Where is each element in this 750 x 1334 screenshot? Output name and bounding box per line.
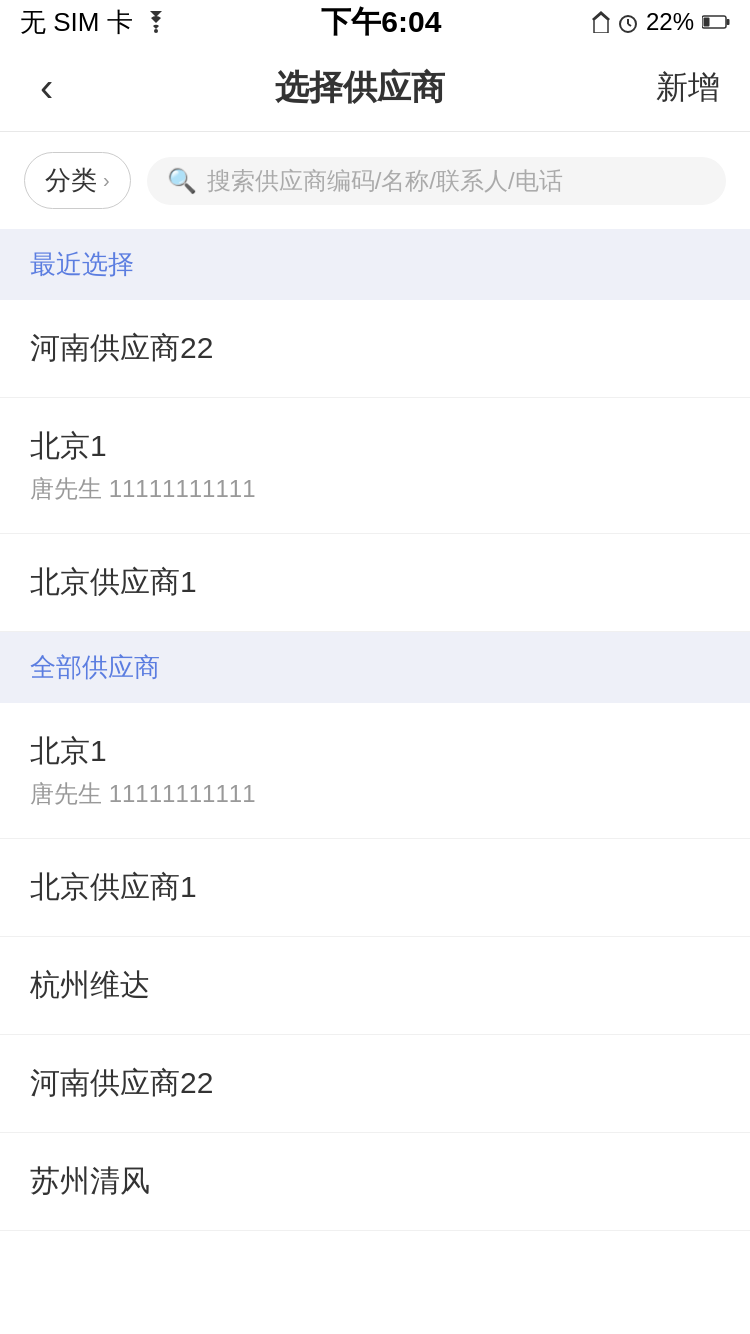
battery-text: 22% [646, 8, 694, 36]
all-section-header: 全部供应商 [0, 632, 750, 703]
category-label: 分类 [45, 163, 97, 198]
item-name: 杭州维达 [30, 965, 720, 1006]
search-bar: 🔍 [147, 157, 726, 205]
status-bar: 无 SIM 卡 下午6:04 22% [0, 0, 750, 44]
search-icon: 🔍 [167, 167, 197, 195]
svg-rect-6 [726, 19, 729, 25]
all-list-item[interactable]: 苏州清风 [0, 1133, 750, 1231]
status-right: 22% [592, 8, 730, 36]
recent-section-header: 最近选择 [0, 229, 750, 300]
recent-list: 河南供应商22 北京1 唐先生 11111111111 北京供应商1 [0, 300, 750, 632]
all-list-item[interactable]: 北京供应商1 [0, 839, 750, 937]
item-name: 河南供应商22 [30, 328, 720, 369]
recent-list-item[interactable]: 河南供应商22 [0, 300, 750, 398]
search-input[interactable] [207, 167, 706, 195]
item-name: 北京供应商1 [30, 562, 720, 603]
status-left: 无 SIM 卡 [20, 5, 171, 40]
all-list-item[interactable]: 杭州维达 [0, 937, 750, 1035]
wifi-icon [141, 11, 171, 33]
back-button[interactable]: ‹ [30, 55, 63, 120]
item-name: 北京1 [30, 731, 720, 772]
all-list-item[interactable]: 北京1 唐先生 11111111111 [0, 703, 750, 839]
item-name: 北京1 [30, 426, 720, 467]
page-title: 选择供应商 [275, 65, 445, 111]
svg-line-3 [628, 24, 631, 26]
item-name: 河南供应商22 [30, 1063, 720, 1104]
no-sim-text: 无 SIM 卡 [20, 5, 133, 40]
add-button[interactable]: 新增 [656, 66, 720, 110]
item-name: 北京供应商1 [30, 867, 720, 908]
all-section-label: 全部供应商 [30, 652, 160, 682]
svg-rect-5 [703, 18, 709, 27]
item-sub: 唐先生 11111111111 [30, 473, 720, 505]
chevron-right-icon: › [103, 169, 110, 192]
battery-icon [702, 14, 730, 30]
recent-list-item[interactable]: 北京供应商1 [0, 534, 750, 632]
item-name: 苏州清风 [30, 1161, 720, 1202]
alarm-icon [618, 11, 638, 33]
filter-bar: 分类 › 🔍 [0, 132, 750, 229]
location-icon [592, 11, 610, 33]
category-filter[interactable]: 分类 › [24, 152, 131, 209]
item-sub: 唐先生 11111111111 [30, 778, 720, 810]
recent-list-item[interactable]: 北京1 唐先生 11111111111 [0, 398, 750, 534]
status-time: 下午6:04 [321, 2, 441, 43]
svg-point-0 [154, 29, 158, 33]
all-list-item[interactable]: 河南供应商22 [0, 1035, 750, 1133]
nav-bar: ‹ 选择供应商 新增 [0, 44, 750, 132]
all-list: 北京1 唐先生 11111111111 北京供应商1 杭州维达河南供应商22 苏州清风 [0, 703, 750, 1231]
recent-section-label: 最近选择 [30, 249, 134, 279]
